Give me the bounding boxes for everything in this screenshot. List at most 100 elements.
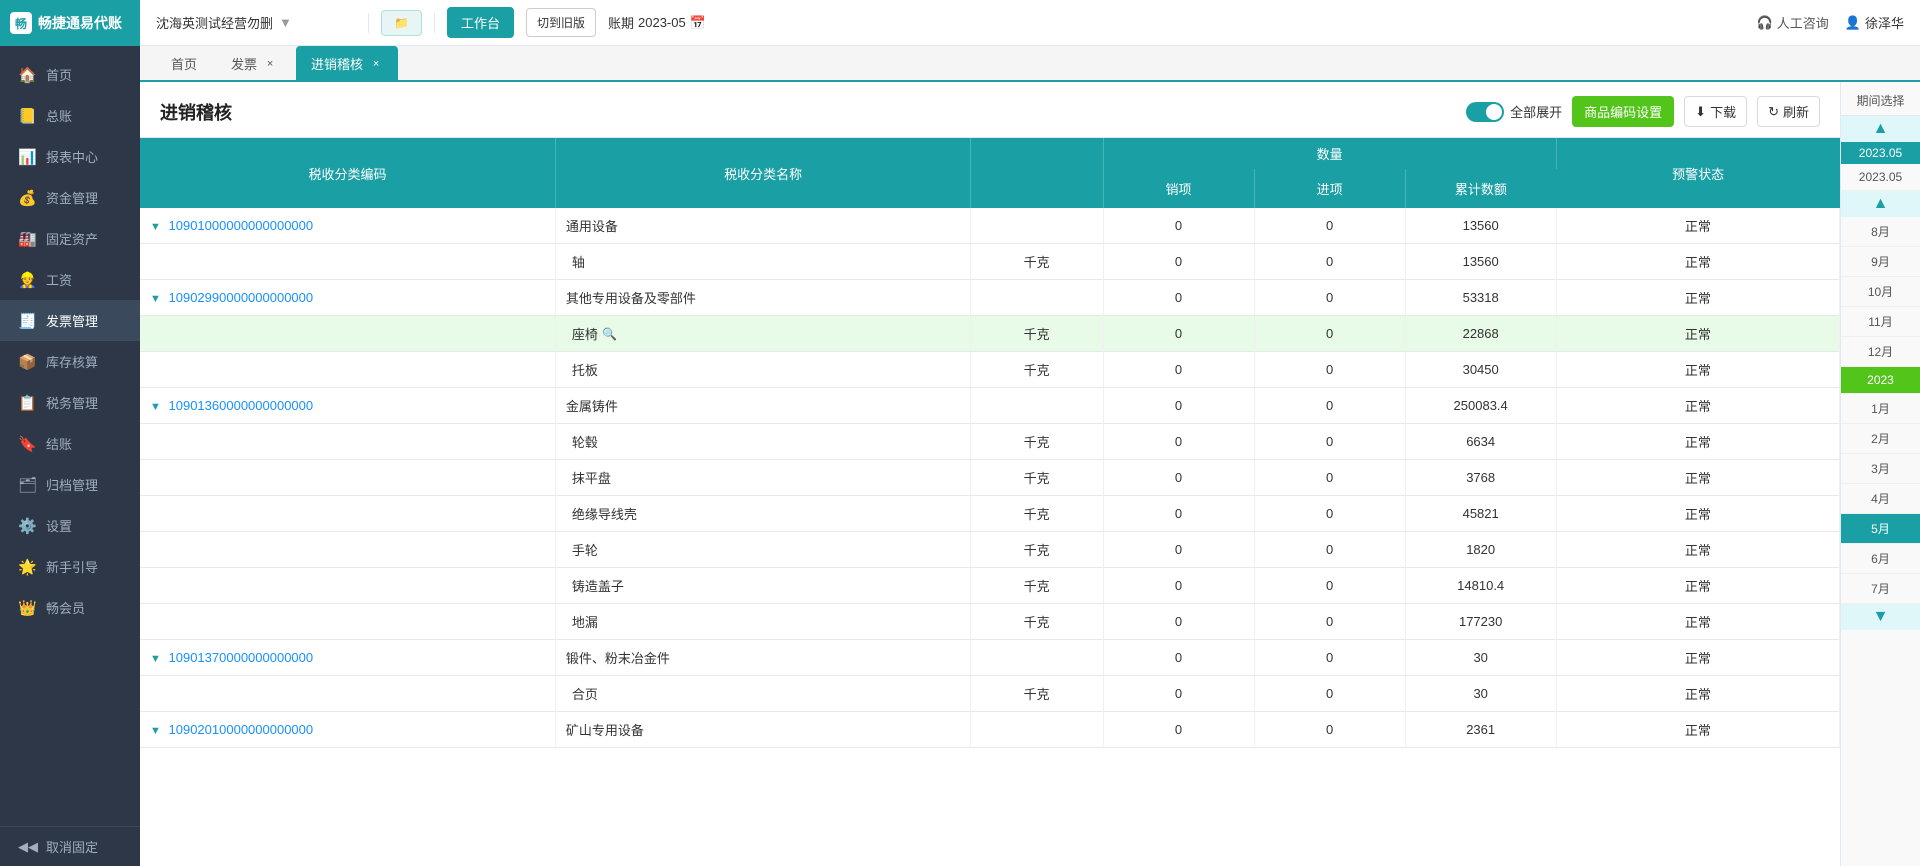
cell-status: 正常 — [1556, 280, 1839, 316]
invoice-icon: 🧾 — [18, 312, 36, 330]
settings-icon: ⚙️ — [18, 517, 36, 535]
period-month-12[interactable]: 12月 — [1841, 337, 1920, 367]
tax-code-value: 10901370000000000000 — [169, 650, 314, 665]
tree-toggle-icon[interactable]: ▼ — [150, 293, 161, 305]
main-content: 进销稽核 全部展开 商品编码设置 ⬇ 下载 ↻ 刷新 — [140, 82, 1840, 866]
period-month-11[interactable]: 11月 — [1841, 307, 1920, 337]
cell-sales: 0 — [1103, 604, 1254, 640]
sidebar-item-assets[interactable]: 🏭 固定资产 — [0, 218, 140, 259]
period-month-5[interactable]: 5月 — [1841, 514, 1920, 544]
cell-sales: 0 — [1103, 568, 1254, 604]
help-button[interactable]: 🎧 人工咨询 — [1757, 13, 1829, 32]
calendar-icon[interactable]: 📅 — [690, 15, 706, 31]
period-scroll-down[interactable]: ▼ — [1841, 604, 1920, 630]
sidebar-item-guide[interactable]: 🌟 新手引导 — [0, 546, 140, 587]
sidebar-item-settle[interactable]: 🔖 结账 — [0, 423, 140, 464]
table-row: 轴 千克 0 0 13560 正常 — [140, 244, 1840, 280]
tree-toggle-icon[interactable]: ▼ — [150, 401, 161, 413]
period-month-10[interactable]: 10月 — [1841, 277, 1920, 307]
sidebar-label-reports: 报表中心 — [46, 147, 98, 166]
sidebar-item-funds[interactable]: 💰 资金管理 — [0, 177, 140, 218]
download-button[interactable]: ⬇ 下载 — [1684, 96, 1747, 127]
period-month-may-top[interactable]: 2023.05 — [1841, 164, 1920, 191]
cell-unit — [971, 280, 1103, 316]
cell-sales: 0 — [1103, 424, 1254, 460]
sidebar-item-ledger[interactable]: 📒 总账 — [0, 95, 140, 136]
table-row: 合页 千克 0 0 30 正常 — [140, 676, 1840, 712]
workbench-button[interactable]: 工作台 — [447, 7, 514, 38]
sidebar-item-home[interactable]: 🏠 首页 — [0, 54, 140, 95]
period-month-2[interactable]: 2月 — [1841, 424, 1920, 454]
cell-status: 正常 — [1556, 676, 1839, 712]
sidebar-item-inventory[interactable]: 📦 库存核算 — [0, 341, 140, 382]
period-month-3[interactable]: 3月 — [1841, 454, 1920, 484]
refresh-button[interactable]: ↻ 刷新 — [1757, 96, 1820, 127]
cell-purchase: 0 — [1254, 316, 1405, 352]
cell-sales: 0 — [1103, 460, 1254, 496]
cell-purchase: 0 — [1254, 352, 1405, 388]
cell-total: 3768 — [1405, 460, 1556, 496]
search-icon[interactable]: 🔍 — [602, 327, 617, 341]
cell-sales: 0 — [1103, 532, 1254, 568]
period-month-7[interactable]: 7月 — [1841, 574, 1920, 604]
sidebar-item-tax[interactable]: 📋 税务管理 — [0, 382, 140, 423]
tab-reconcile-close[interactable]: × — [369, 57, 383, 71]
cell-code — [140, 676, 555, 712]
cell-total: 13560 — [1405, 244, 1556, 280]
user-name: 徐泽华 — [1865, 13, 1904, 32]
funds-icon: 💰 — [18, 189, 36, 207]
sidebar-item-settings[interactable]: ⚙️ 设置 — [0, 505, 140, 546]
period-year-2023-marker: 2023 — [1841, 367, 1920, 394]
tree-toggle-icon[interactable]: ▼ — [150, 653, 161, 665]
period-scroll-up2[interactable]: ▲ — [1841, 191, 1920, 217]
tab-invoice-close[interactable]: × — [263, 57, 277, 71]
tab-home-label: 首页 — [171, 54, 197, 73]
table-body: ▼ 10901000000000000000 通用设备 0 0 13560 正常… — [140, 208, 1840, 748]
sidebar-item-payroll[interactable]: 👷 工资 — [0, 259, 140, 300]
cell-unit — [971, 388, 1103, 424]
sidebar-label-archive: 归档管理 — [46, 475, 98, 494]
tab-reconcile[interactable]: 进销稽核 × — [296, 46, 398, 80]
period-month-6[interactable]: 6月 — [1841, 544, 1920, 574]
th-warning: 预警状态 — [1556, 138, 1839, 208]
period-scroll-up[interactable]: ▲ — [1841, 116, 1920, 142]
user-button[interactable]: 👤 徐泽华 — [1845, 13, 1904, 32]
cell-code: ▼ 10902990000000000000 — [140, 280, 555, 316]
expand-toggle[interactable] — [1466, 102, 1504, 122]
sidebar-unpin[interactable]: ◀◀ 取消固定 — [0, 826, 140, 866]
product-code-button[interactable]: 商品编码设置 — [1572, 96, 1674, 127]
tab-home[interactable]: 首页 — [156, 46, 212, 80]
cell-sales: 0 — [1103, 244, 1254, 280]
cell-status: 正常 — [1556, 316, 1839, 352]
user-icon: 👤 — [1845, 15, 1861, 31]
switch-old-button[interactable]: 切到旧版 — [526, 8, 596, 37]
company-selector[interactable]: 沈海英测试经营勿删 ▼ — [156, 13, 356, 32]
cell-code: ▼ 10902010000000000000 — [140, 712, 555, 748]
table-row: 抹平盘 千克 0 0 3768 正常 — [140, 460, 1840, 496]
sidebar-item-archive[interactable]: 🗂 归档管理 — [0, 464, 140, 505]
sidebar-item-reports[interactable]: 📊 报表中心 — [0, 136, 140, 177]
tree-toggle-icon[interactable]: ▼ — [150, 221, 161, 233]
cell-total: 53318 — [1405, 280, 1556, 316]
period-month-9[interactable]: 9月 — [1841, 247, 1920, 277]
archive-icon-btn[interactable]: 📁 — [381, 10, 422, 36]
tab-invoice[interactable]: 发票 × — [216, 46, 292, 80]
cell-total: 2361 — [1405, 712, 1556, 748]
company-dropdown-icon: ▼ — [279, 15, 292, 30]
tree-toggle-icon[interactable]: ▼ — [150, 725, 161, 737]
cell-name: 绝缘导线壳 — [556, 496, 971, 531]
period-month-1[interactable]: 1月 — [1841, 394, 1920, 424]
period-month-8[interactable]: 8月 — [1841, 217, 1920, 247]
tab-reconcile-label: 进销稽核 — [311, 54, 363, 73]
cell-name: 座椅 🔍 — [556, 316, 971, 351]
sidebar-label-tax: 税务管理 — [46, 393, 98, 412]
cell-purchase: 0 — [1254, 496, 1405, 532]
sidebar-item-member[interactable]: 👑 畅会员 — [0, 587, 140, 628]
cell-unit: 千克 — [971, 244, 1103, 280]
period-month-4[interactable]: 4月 — [1841, 484, 1920, 514]
sidebar-item-invoice-mgmt[interactable]: 🧾 发票管理 — [0, 300, 140, 341]
cell-unit: 千克 — [971, 352, 1103, 388]
cell-status: 正常 — [1556, 640, 1839, 676]
cell-status: 正常 — [1556, 604, 1839, 640]
cell-total: 14810.4 — [1405, 568, 1556, 604]
